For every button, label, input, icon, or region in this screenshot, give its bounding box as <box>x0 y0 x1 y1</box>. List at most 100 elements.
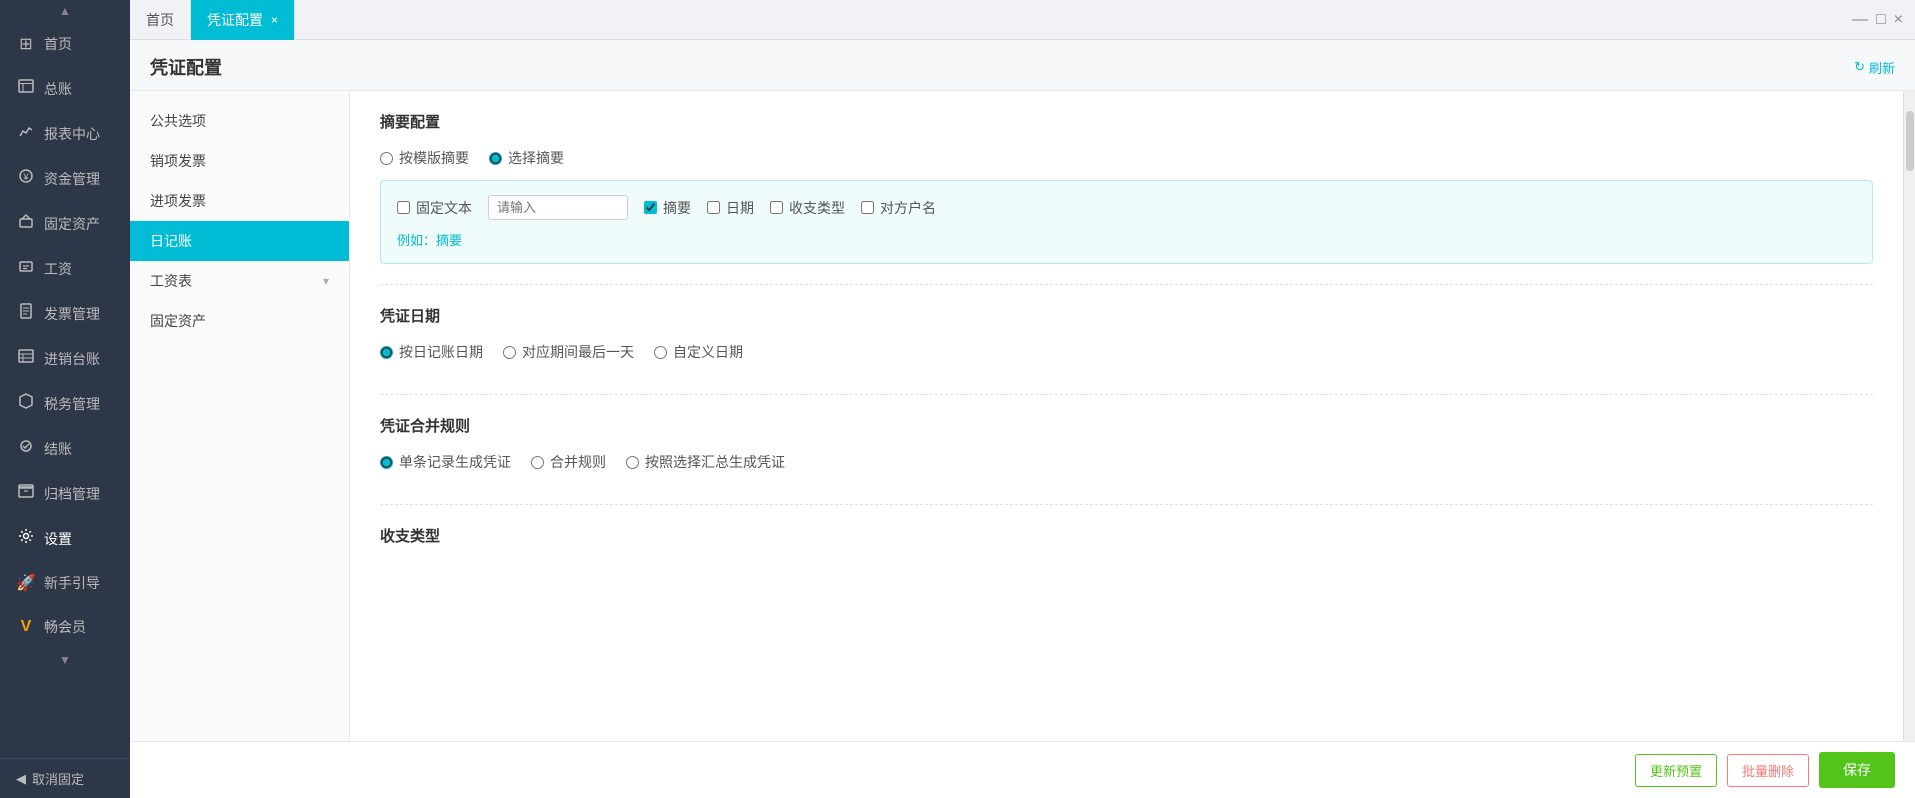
ledger-icon <box>16 78 36 99</box>
refresh-button[interactable]: ↻ 刷新 <box>1854 58 1895 77</box>
settings-icon <box>16 528 36 549</box>
checkbox-income-expense-type[interactable]: 收支类型 <box>770 198 845 218</box>
bottom-action-bar: 更新预置 批量删除 保存 <box>130 741 1915 798</box>
reports-icon <box>16 123 36 144</box>
checkbox-counterpart-name[interactable]: 对方户名 <box>861 198 936 218</box>
fixed-text-input[interactable] <box>488 195 628 220</box>
counterpart-name-checkbox[interactable] <box>861 201 874 214</box>
sidebar-scroll-up[interactable]: ▲ <box>0 0 130 22</box>
merge-rule-summary-radio[interactable] <box>626 456 639 469</box>
summary-config-box: 固定文本 摘要 日期 <box>380 180 1873 264</box>
tab-bar: 首页 凭证配置 × — □ × <box>130 0 1915 40</box>
refresh-icon: ↻ <box>1854 59 1865 75</box>
salary-icon <box>16 258 36 279</box>
funds-icon: ¥ <box>16 168 36 189</box>
svg-text:¥: ¥ <box>22 172 29 182</box>
income-expense-section: 收支类型 <box>380 525 1873 582</box>
invoice-icon <box>16 303 36 324</box>
left-nav-item-sales-invoice[interactable]: 销项发票 <box>130 141 349 181</box>
summary-mode-group: 按模版摘要 选择摘要 <box>380 148 1873 168</box>
vip-icon: V <box>16 618 36 636</box>
tax-icon <box>16 393 36 414</box>
merge-rule-summary[interactable]: 按照选择汇总生成凭证 <box>626 452 785 472</box>
window-maximize-button[interactable]: □ <box>1876 11 1886 29</box>
batch-delete-button[interactable]: 批量删除 <box>1727 754 1809 787</box>
voucher-date-journal[interactable]: 按日记账日期 <box>380 342 483 362</box>
summary-mode-template-radio[interactable] <box>380 152 393 165</box>
voucher-date-custom[interactable]: 自定义日期 <box>654 342 743 362</box>
sidebar-item-funds[interactable]: ¥ 资金管理 <box>0 156 130 201</box>
voucher-date-title: 凭证日期 <box>380 305 1873 326</box>
checkbox-date[interactable]: 日期 <box>707 198 754 218</box>
archive-icon <box>16 483 36 504</box>
sidebar-unpin-button[interactable]: ◀ 取消固定 <box>0 758 130 798</box>
summary-example-text: 例如：摘要 <box>397 230 1856 249</box>
left-nav-item-payroll[interactable]: 工资表 ▾ <box>130 261 349 301</box>
sidebar-item-reports[interactable]: 报表中心 <box>0 111 130 156</box>
merge-rule-merge-radio[interactable] <box>531 456 544 469</box>
voucher-date-period-last-radio[interactable] <box>503 346 516 359</box>
page-title: 凭证配置 <box>150 54 222 80</box>
voucher-date-journal-radio[interactable] <box>380 346 393 359</box>
date-checkbox[interactable] <box>707 201 720 214</box>
merge-rule-single[interactable]: 单条记录生成凭证 <box>380 452 511 472</box>
sidebar-item-invoice[interactable]: 发票管理 <box>0 291 130 336</box>
tab-home[interactable]: 首页 <box>130 0 191 40</box>
left-nav: 公共选项 销项发票 进项发票 日记账 工资表 ▾ 固定资产 <box>130 91 350 741</box>
chevron-down-icon: ▾ <box>323 274 329 288</box>
update-preview-button[interactable]: 更新预置 <box>1635 754 1717 787</box>
income-expense-title: 收支类型 <box>380 525 1873 546</box>
summary-config-section: 摘要配置 按模版摘要 选择摘要 <box>380 111 1873 285</box>
income-expense-checkbox[interactable] <box>770 201 783 214</box>
assets-icon <box>16 213 36 234</box>
checkbox-fixed-text[interactable]: 固定文本 <box>397 198 472 218</box>
voucher-date-period-last[interactable]: 对应期间最后一天 <box>503 342 634 362</box>
voucher-date-group: 按日记账日期 对应期间最后一天 自定义日期 <box>380 342 1873 362</box>
sidebar-item-tax[interactable]: 税务管理 <box>0 381 130 426</box>
voucher-date-section: 凭证日期 按日记账日期 对应期间最后一天 自定义日期 <box>380 305 1873 395</box>
sidebar-item-salary[interactable]: 工资 <box>0 246 130 291</box>
left-nav-item-public[interactable]: 公共选项 <box>130 101 349 141</box>
merge-rule-section: 凭证合并规则 单条记录生成凭证 合并规则 按照选择汇总生成凭证 <box>380 415 1873 505</box>
tab-bar-right: — □ × <box>1852 11 1915 29</box>
page-header: 凭证配置 ↻ 刷新 <box>130 40 1915 91</box>
main-area: 首页 凭证配置 × — □ × 凭证配置 ↻ 刷新 公共选项 <box>130 0 1915 798</box>
summary-checkbox[interactable] <box>644 201 657 214</box>
sidebar-scroll-down[interactable]: ▼ <box>0 649 130 671</box>
page-content: 凭证配置 ↻ 刷新 公共选项 销项发票 进项发票 日记账 <box>130 40 1915 798</box>
tab-close-icon[interactable]: × <box>271 13 278 27</box>
sidebar-item-settings[interactable]: 设置 <box>0 516 130 561</box>
sidebar-item-close-account[interactable]: 结账 <box>0 426 130 471</box>
checkbox-summary[interactable]: 摘要 <box>644 198 691 218</box>
merge-rule-single-radio[interactable] <box>380 456 393 469</box>
sidebar: ▲ ⊞ 首页 总账 报表中心 ¥ 资金管理 固定资产 工资 <box>0 0 130 798</box>
left-nav-item-purchase-invoice[interactable]: 进项发票 <box>130 181 349 221</box>
guide-icon: 🚀 <box>16 573 36 593</box>
inventory-icon <box>16 348 36 369</box>
scroll-track[interactable] <box>1903 91 1915 741</box>
voucher-date-custom-radio[interactable] <box>654 346 667 359</box>
left-nav-item-journal[interactable]: 日记账 <box>130 221 349 261</box>
merge-rule-merge[interactable]: 合并规则 <box>531 452 606 472</box>
tab-voucher-config[interactable]: 凭证配置 × <box>191 0 295 40</box>
merge-rule-group: 单条记录生成凭证 合并规则 按照选择汇总生成凭证 <box>380 452 1873 472</box>
summary-config-title: 摘要配置 <box>380 111 1873 132</box>
fixed-text-checkbox[interactable] <box>397 201 410 214</box>
sidebar-item-vip[interactable]: V 畅会员 <box>0 605 130 649</box>
summary-mode-select-radio[interactable] <box>489 152 502 165</box>
sidebar-item-home[interactable]: ⊞ 首页 <box>0 22 130 66</box>
sidebar-item-ledger[interactable]: 总账 <box>0 66 130 111</box>
pin-icon: ◀ <box>16 771 26 787</box>
summary-mode-template[interactable]: 按模版摘要 <box>380 148 469 168</box>
window-minimize-button[interactable]: — <box>1852 11 1868 29</box>
summary-mode-select[interactable]: 选择摘要 <box>489 148 564 168</box>
sidebar-item-assets[interactable]: 固定资产 <box>0 201 130 246</box>
home-icon: ⊞ <box>16 34 36 54</box>
merge-rule-title: 凭证合并规则 <box>380 415 1873 436</box>
save-button[interactable]: 保存 <box>1819 752 1895 788</box>
left-nav-item-fixed-assets[interactable]: 固定资产 <box>130 301 349 341</box>
sidebar-item-inventory[interactable]: 进销台账 <box>0 336 130 381</box>
sidebar-item-guide[interactable]: 🚀 新手引导 <box>0 561 130 605</box>
sidebar-item-archive[interactable]: 归档管理 <box>0 471 130 516</box>
window-close-button[interactable]: × <box>1894 11 1903 29</box>
